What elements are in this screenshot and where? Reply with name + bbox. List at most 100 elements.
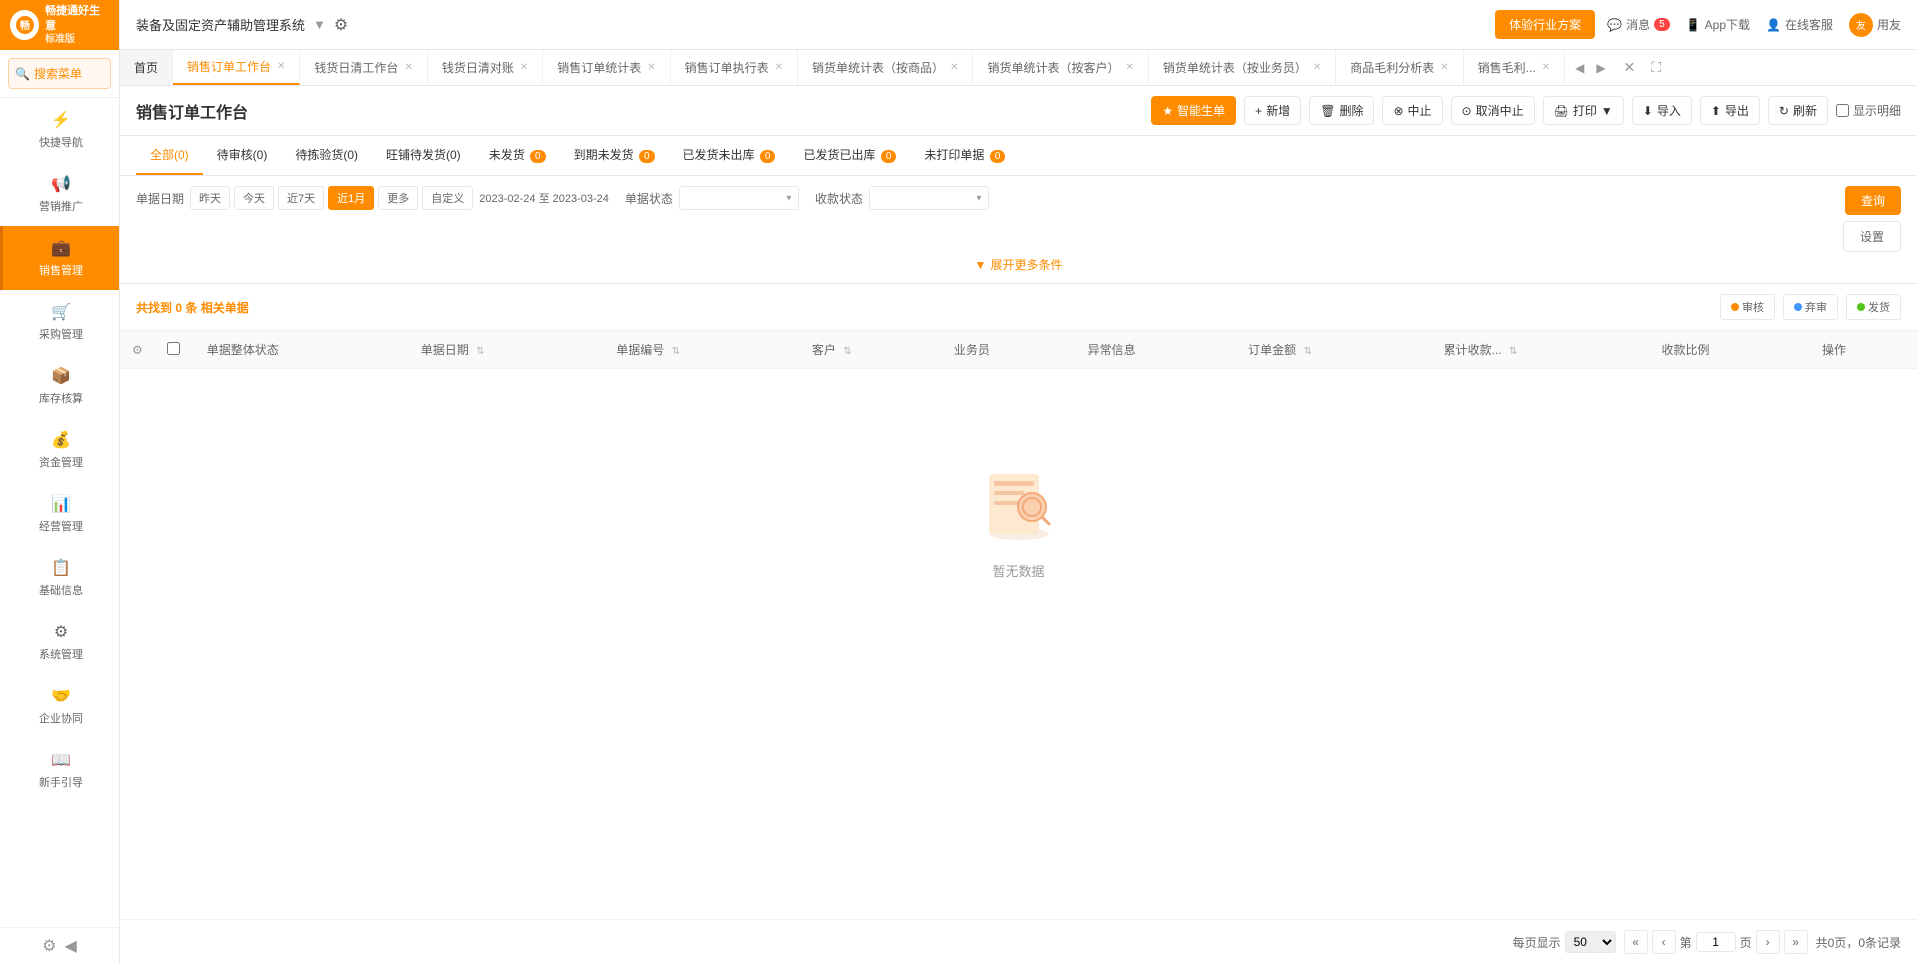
filter-yesterday-btn[interactable]: 昨天 [190,186,230,210]
tab-reconcile[interactable]: 钱货日清对账 ✕ [428,50,543,85]
delete-button[interactable]: 🗑 删除 [1309,96,1374,125]
tab-margin-analysis-close[interactable]: ✕ [1440,62,1448,73]
topbar-settings-icon[interactable]: ⚙ [334,15,348,35]
sidebar-item-basics[interactable]: 📋 基础信息 [0,546,119,610]
tab-sales-workbench[interactable]: 销售订单工作台 ✕ [173,50,300,85]
sidebar-item-inventory[interactable]: 📦 库存核算 [0,354,119,418]
sidebar-search[interactable]: 🔍 搜索菜单 [0,50,119,98]
tab-sales-margin[interactable]: 销售毛利... ✕ [1464,50,1565,85]
maximize-button[interactable]: ⛶ [1643,59,1669,76]
stop-button[interactable]: ⊗ 中止 [1382,96,1442,125]
col-date-sort[interactable]: ⇅ [476,346,484,357]
tab-order-exec-close[interactable]: ✕ [775,62,783,73]
message-item[interactable]: 💬 消息 5 [1607,16,1670,33]
sidebar-collapse-button[interactable]: ◀ [65,936,77,956]
app-download-item[interactable]: 📱 App下载 [1686,16,1750,33]
cancel-stop-button[interactable]: ⊙ 取消中止 [1451,96,1535,125]
filter-7days-btn[interactable]: 近7天 [278,186,324,210]
tabs-next-button[interactable]: ▶ [1592,59,1609,77]
tabs-prev-button[interactable]: ◀ [1571,59,1588,77]
system-dropdown-icon[interactable]: ▼ [313,17,326,32]
sub-tab-not-printed[interactable]: 未打印单据 0 [910,136,1019,175]
tab-sales-workbench-close[interactable]: ✕ [277,61,285,72]
tab-order-stats[interactable]: 销售订单统计表 ✕ [543,50,670,85]
tab-reconcile-close[interactable]: ✕ [520,62,528,73]
tab-daily-clear-close[interactable]: ✕ [404,62,412,73]
col-customer-sort[interactable]: ⇅ [843,346,851,357]
sidebar-item-finance[interactable]: 💰 资金管理 [0,418,119,482]
online-service-item[interactable]: 👤 在线客服 [1766,16,1833,33]
import-button[interactable]: ⬇ 导入 [1632,96,1692,125]
query-button[interactable]: 查询 [1845,186,1901,215]
col-amount-sort[interactable]: ⇅ [1303,346,1311,357]
filter-today-btn[interactable]: 今天 [234,186,274,210]
tab-sales-by-customer-close[interactable]: ✕ [1125,62,1133,73]
unaudit-button[interactable]: 弃审 [1783,294,1838,320]
sidebar-item-system[interactable]: ⚙ 系统管理 [0,610,119,674]
show-detail-checkbox[interactable] [1836,104,1849,117]
filter-1month-btn[interactable]: 近1月 [328,186,374,210]
tab-order-exec[interactable]: 销售订单执行表 ✕ [671,50,798,85]
search-menu-button[interactable]: 🔍 搜索菜单 [8,58,111,89]
sub-tab-shipped-not-outbound[interactable]: 已发货未出库 0 [669,136,790,175]
sidebar-item-operations[interactable]: 📊 经营管理 [0,482,119,546]
smart-create-button[interactable]: ★ 智能生单 [1151,96,1236,125]
tab-sales-by-staff-close[interactable]: ✕ [1313,62,1321,73]
page-size-select[interactable]: 10 20 50 100 [1565,931,1616,953]
select-all-checkbox[interactable] [167,342,180,355]
next-page-button[interactable]: › [1756,930,1780,954]
sub-tab-pending-review[interactable]: 待审核(0) [203,136,282,175]
tab-sales-by-product[interactable]: 销货单统计表（按商品） ✕ [798,50,973,85]
tab-order-stats-close[interactable]: ✕ [647,62,655,73]
sub-tab-all[interactable]: 全部(0) [136,136,203,175]
show-detail-checkbox-label[interactable]: 显示明细 [1836,102,1901,119]
last-page-button[interactable]: » [1784,930,1808,954]
export-button[interactable]: ⬆ 导出 [1700,96,1760,125]
col-cumulative[interactable]: 累计收款... ⇅ [1432,331,1650,369]
sub-tab-pending-inspect[interactable]: 待拣验货(0) [281,136,372,175]
filter-settings-button[interactable]: 设置 [1843,221,1901,252]
sub-tab-wangpu-pending[interactable]: 旺铺待发货(0) [372,136,475,175]
tab-margin-analysis[interactable]: 商品毛利分析表 ✕ [1336,50,1463,85]
sidebar-item-purchase[interactable]: 🛒 采购管理 [0,290,119,354]
deliver-button[interactable]: 发货 [1846,294,1901,320]
col-settings[interactable]: ⚙ [120,331,155,369]
trial-button[interactable]: 体验行业方案 [1495,10,1595,39]
add-button[interactable]: + 新增 [1244,96,1301,125]
col-amount[interactable]: 订单金额 ⇅ [1236,331,1432,369]
sidebar-item-marketing[interactable]: 📢 营销推广 [0,162,119,226]
sub-tab-overdue-not-shipped[interactable]: 到期未发货 0 [560,136,669,175]
tab-sales-by-customer[interactable]: 销货单统计表（按客户） ✕ [973,50,1148,85]
filter-status-select[interactable] [679,186,799,210]
tab-daily-clear[interactable]: 钱货日清工作台 ✕ [300,50,427,85]
sidebar-settings-button[interactable]: ⚙ [42,936,56,956]
sidebar-item-quick-nav[interactable]: ⚡ 快捷导航 [0,98,119,162]
expand-filter-button[interactable]: ▼ 展开更多条件 [975,256,1063,273]
col-cumulative-sort[interactable]: ⇅ [1509,346,1517,357]
col-customer[interactable]: 客户 ⇅ [800,331,942,369]
sub-tab-not-shipped[interactable]: 未发货 0 [475,136,560,175]
col-number[interactable]: 单据编号 ⇅ [604,331,800,369]
tab-sales-margin-close[interactable]: ✕ [1542,62,1550,73]
sidebar-item-sales[interactable]: 💼 销售管理 [0,226,119,290]
col-number-sort[interactable]: ⇅ [672,346,680,357]
sidebar-item-enterprise[interactable]: 🤝 企业协同 [0,674,119,738]
tab-home[interactable]: 首页 [120,50,173,85]
sidebar-item-newuser[interactable]: 📖 新手引导 [0,738,119,802]
user-item[interactable]: 友 用友 [1849,13,1901,37]
close-all-tabs-button[interactable]: ✕ [1616,59,1644,76]
col-date[interactable]: 单据日期 ⇅ [409,331,605,369]
tab-sales-by-product-close[interactable]: ✕ [950,62,958,73]
sub-tab-shipped-outbound[interactable]: 已发货已出库 0 [789,136,910,175]
refresh-button[interactable]: ↻ 刷新 [1768,96,1828,125]
prev-page-button[interactable]: ‹ [1652,930,1676,954]
tab-sales-by-staff[interactable]: 销货单统计表（按业务员） ✕ [1149,50,1336,85]
first-page-button[interactable]: « [1624,930,1648,954]
print-button[interactable]: 🖨 打印 ▼ [1543,96,1624,125]
filter-more-btn[interactable]: 更多 [378,186,418,210]
review-button[interactable]: 审核 [1720,294,1775,320]
page-input[interactable] [1696,932,1736,952]
filter-custom-btn[interactable]: 自定义 [422,186,473,210]
filter-payment-select[interactable] [869,186,989,210]
user-avatar: 友 [1849,13,1873,37]
